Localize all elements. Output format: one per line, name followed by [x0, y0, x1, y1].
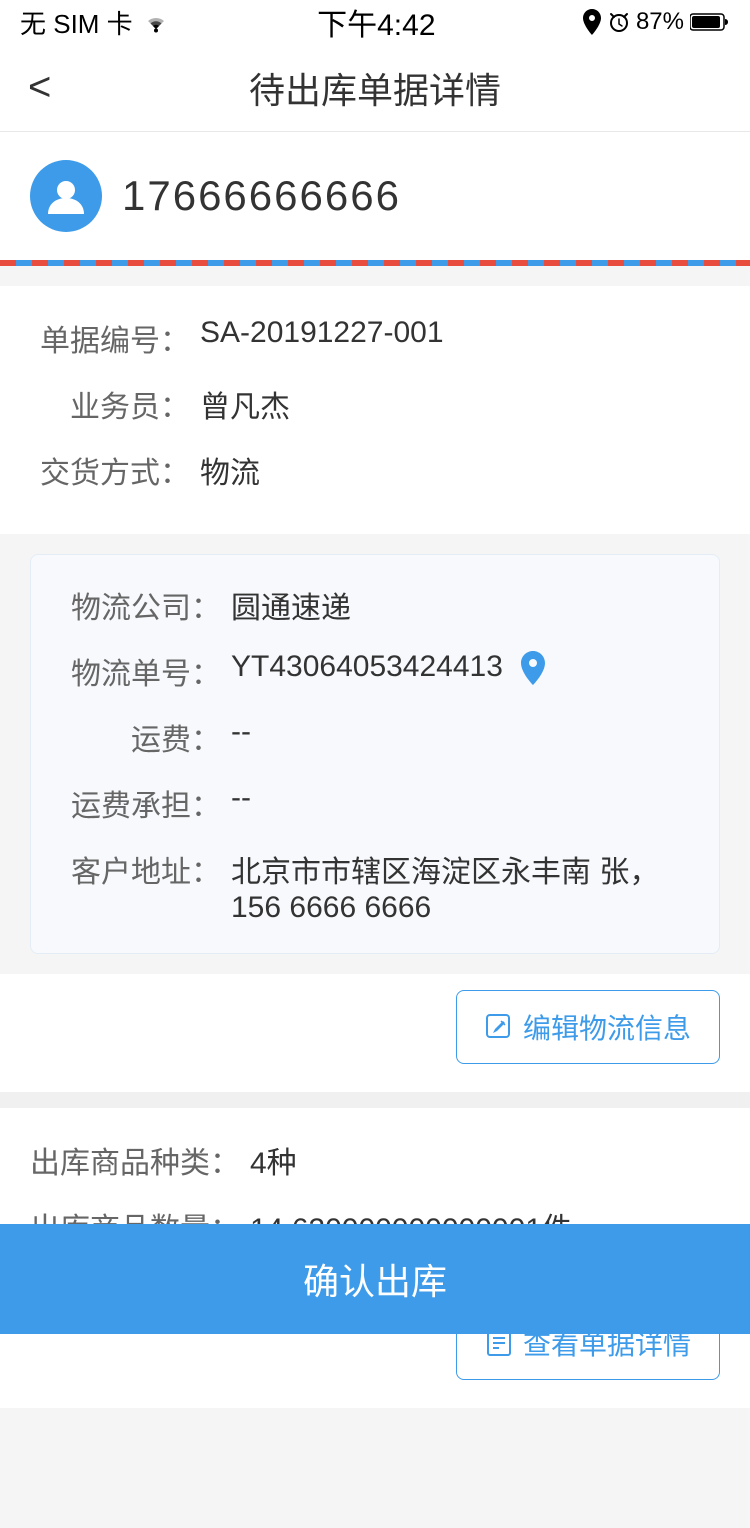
- delivery-label: 交货方式：: [30, 448, 190, 492]
- salesman-value: 曾凡杰: [190, 382, 720, 426]
- address-row: 客户地址： 北京市市辖区海淀区永丰南 张，156 6666 6666: [61, 847, 689, 925]
- delivery-row: 交货方式： 物流: [30, 448, 720, 492]
- nav-bar: < 待出库单据详情: [0, 44, 750, 132]
- status-time: 下午4:42: [317, 0, 435, 44]
- page-title: 待出库单据详情: [249, 62, 501, 114]
- edit-logistics-button[interactable]: 编辑物流信息: [456, 990, 720, 1064]
- back-button[interactable]: <: [28, 65, 51, 110]
- status-right: 87%: [582, 8, 730, 36]
- delivery-value: 物流: [190, 448, 720, 492]
- dashed-separator: [0, 260, 750, 266]
- edit-logistics-label: 编辑物流信息: [523, 1007, 691, 1047]
- user-phone: 17666666666: [122, 172, 401, 220]
- freight-value: --: [221, 715, 689, 749]
- order-no-label: 单据编号：: [30, 316, 190, 360]
- wifi-icon: [141, 11, 171, 33]
- carrier-text: 无 SIM 卡: [20, 4, 133, 41]
- battery-icon: [690, 12, 730, 32]
- status-bar: 无 SIM 卡 下午4:42 87%: [0, 0, 750, 44]
- edit-icon: [485, 1013, 513, 1041]
- order-no-row: 单据编号： SA-20191227-001: [30, 316, 720, 360]
- user-section: 17666666666: [0, 132, 750, 260]
- freight-bear-value: --: [221, 781, 689, 815]
- logistics-card: 物流公司： 圆通速递 物流单号： YT43064053424413 运费： --…: [30, 554, 720, 954]
- address-label: 客户地址：: [61, 847, 221, 891]
- avatar: [30, 160, 102, 232]
- alarm-icon: [608, 10, 630, 34]
- logistics-tracking-value: YT43064053424413: [221, 649, 689, 685]
- order-no-value: SA-20191227-001: [190, 316, 720, 350]
- basic-info-section: 单据编号： SA-20191227-001 业务员： 曾凡杰 交货方式： 物流: [0, 286, 750, 534]
- location-status-icon: [582, 9, 602, 35]
- tracking-number: YT43064053424413: [231, 650, 503, 684]
- freight-label: 运费：: [61, 715, 221, 759]
- freight-row: 运费： --: [61, 715, 689, 759]
- address-value: 北京市市辖区海淀区永丰南 张，156 6666 6666: [221, 847, 689, 925]
- tracking-location-icon[interactable]: [515, 649, 551, 685]
- product-type-label: 出库商品种类：: [30, 1138, 240, 1182]
- freight-bear-label: 运费承担：: [61, 781, 221, 825]
- edit-logistics-section: 编辑物流信息: [0, 974, 750, 1092]
- salesman-label: 业务员：: [30, 382, 190, 426]
- logistics-tracking-label: 物流单号：: [61, 649, 221, 693]
- logistics-tracking-row: 物流单号： YT43064053424413: [61, 649, 689, 693]
- confirm-button[interactable]: 确认出库: [0, 1224, 750, 1334]
- salesman-row: 业务员： 曾凡杰: [30, 382, 720, 426]
- logistics-company-row: 物流公司： 圆通速递: [61, 583, 689, 627]
- logistics-company-value: 圆通速递: [221, 583, 689, 627]
- product-type-row: 出库商品种类： 4种: [30, 1138, 720, 1182]
- user-icon: [44, 174, 88, 218]
- confirm-button-label: 确认出库: [303, 1253, 447, 1305]
- battery-text: 87%: [636, 8, 684, 36]
- status-left: 无 SIM 卡: [20, 4, 171, 41]
- logistics-company-label: 物流公司：: [61, 583, 221, 627]
- section-divider: [0, 1092, 750, 1108]
- freight-bear-row: 运费承担： --: [61, 781, 689, 825]
- product-type-value: 4种: [240, 1138, 720, 1182]
